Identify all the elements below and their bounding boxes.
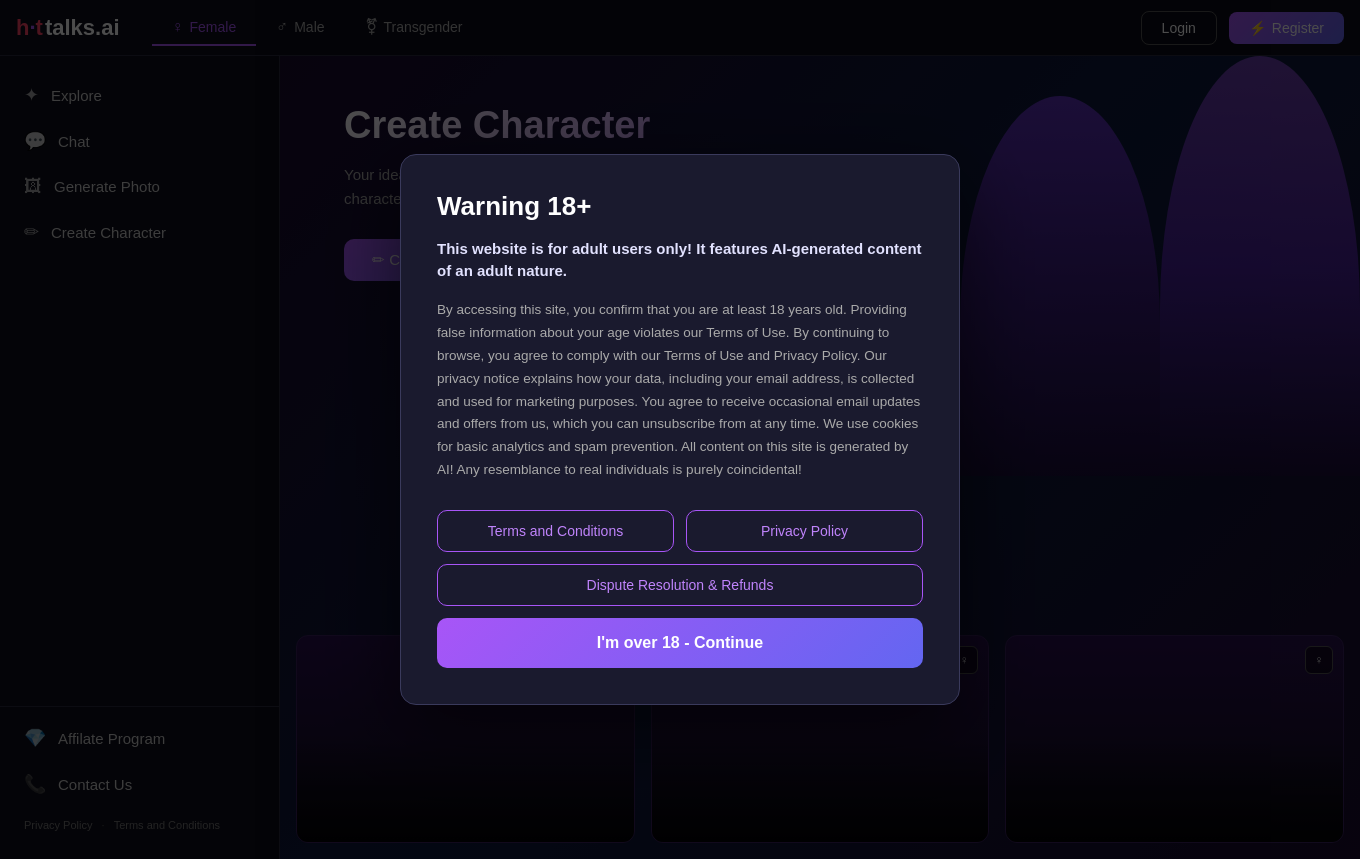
modal-subtitle: This website is for adult users only! It… xyxy=(437,238,923,283)
modal-body: By accessing this site, you confirm that… xyxy=(437,299,923,483)
dispute-button[interactable]: Dispute Resolution & Refunds xyxy=(437,564,923,606)
privacy-button[interactable]: Privacy Policy xyxy=(686,510,923,552)
modal-link-row: Terms and Conditions Privacy Policy xyxy=(437,510,923,552)
age-warning-modal: Warning 18+ This website is for adult us… xyxy=(400,154,960,706)
terms-button[interactable]: Terms and Conditions xyxy=(437,510,674,552)
modal-overlay[interactable]: Warning 18+ This website is for adult us… xyxy=(0,0,1360,859)
modal-title: Warning 18+ xyxy=(437,191,923,222)
age-confirm-button[interactable]: I'm over 18 - Continue xyxy=(437,618,923,668)
